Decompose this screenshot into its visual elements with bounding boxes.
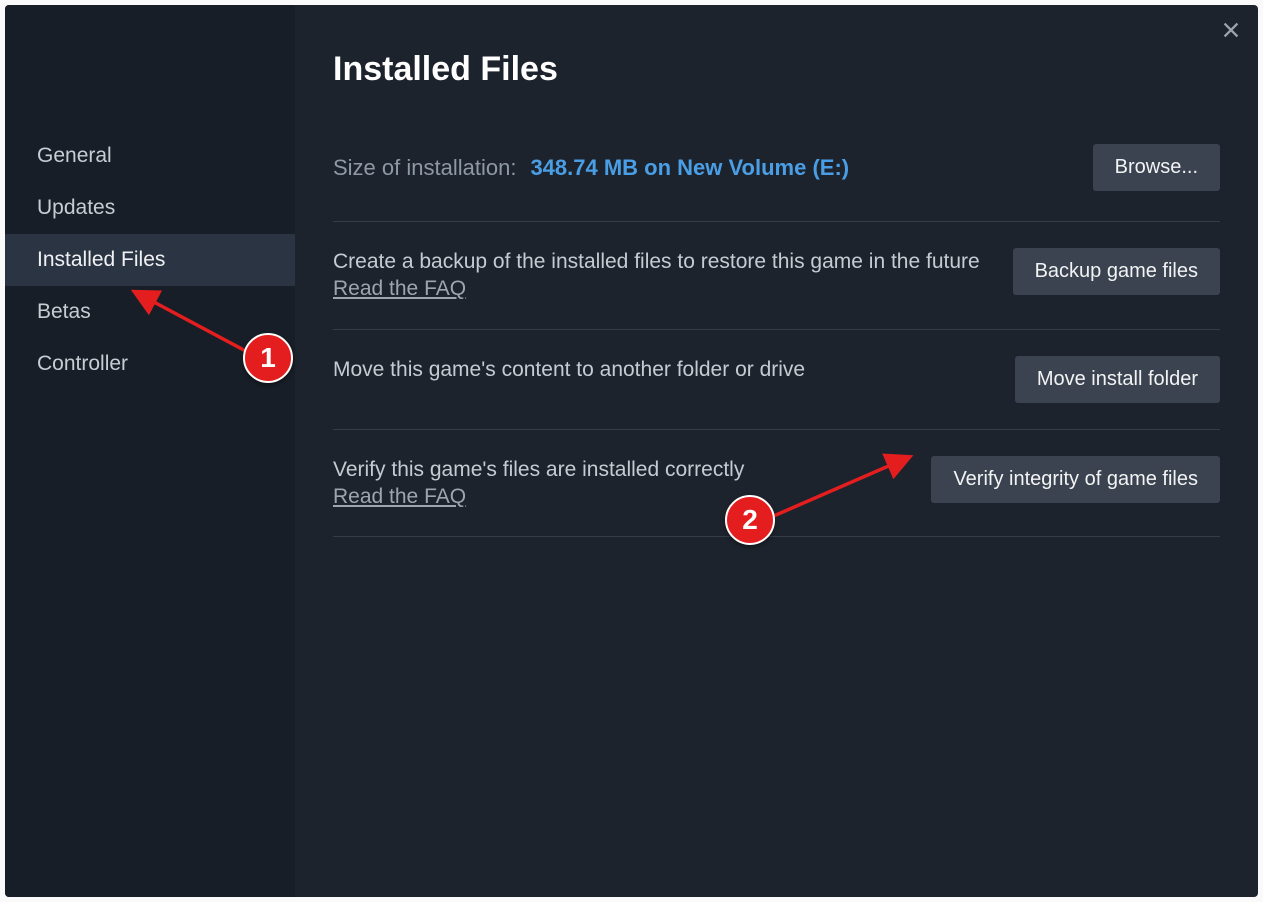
- sidebar-item-label: Updates: [37, 196, 115, 219]
- properties-window: General Updates Installed Files Betas Co…: [5, 5, 1258, 897]
- annotation-arrow-2: [757, 443, 927, 533]
- browse-button[interactable]: Browse...: [1093, 144, 1220, 191]
- annotation-badge-2: 2: [725, 495, 775, 545]
- row-verify-faq-link[interactable]: Read the FAQ: [333, 485, 466, 508]
- backup-game-files-button[interactable]: Backup game files: [1013, 248, 1220, 295]
- annotation-badge-1: 1: [243, 333, 293, 383]
- sidebar-item-label: Controller: [37, 352, 128, 375]
- row-verify-text: Verify this game's files are installed c…: [333, 458, 744, 481]
- sidebar-item-label: Installed Files: [37, 248, 165, 271]
- sidebar-item-installed-files[interactable]: Installed Files: [5, 234, 295, 286]
- verify-integrity-button[interactable]: Verify integrity of game files: [931, 456, 1220, 503]
- move-install-folder-button[interactable]: Move install folder: [1015, 356, 1220, 403]
- sidebar-item-label: General: [37, 144, 112, 167]
- size-value: 348.74 MB on New Volume (E:): [530, 155, 849, 181]
- row-move-text: Move this game's content to another fold…: [333, 358, 805, 381]
- sidebar-item-updates[interactable]: Updates: [5, 182, 295, 234]
- row-backup-faq-link[interactable]: Read the FAQ: [333, 277, 466, 300]
- size-row: Size of installation: 348.74 MB on New V…: [333, 144, 1220, 191]
- size-label: Size of installation:: [333, 155, 516, 181]
- row-move: Move this game's content to another fold…: [333, 329, 1220, 429]
- sidebar: General Updates Installed Files Betas Co…: [5, 5, 295, 897]
- page-title: Installed Files: [333, 50, 1220, 89]
- sidebar-item-general[interactable]: General: [5, 130, 295, 182]
- row-backup-text: Create a backup of the installed files t…: [333, 250, 980, 273]
- row-backup: Create a backup of the installed files t…: [333, 221, 1220, 329]
- sidebar-item-label: Betas: [37, 300, 91, 323]
